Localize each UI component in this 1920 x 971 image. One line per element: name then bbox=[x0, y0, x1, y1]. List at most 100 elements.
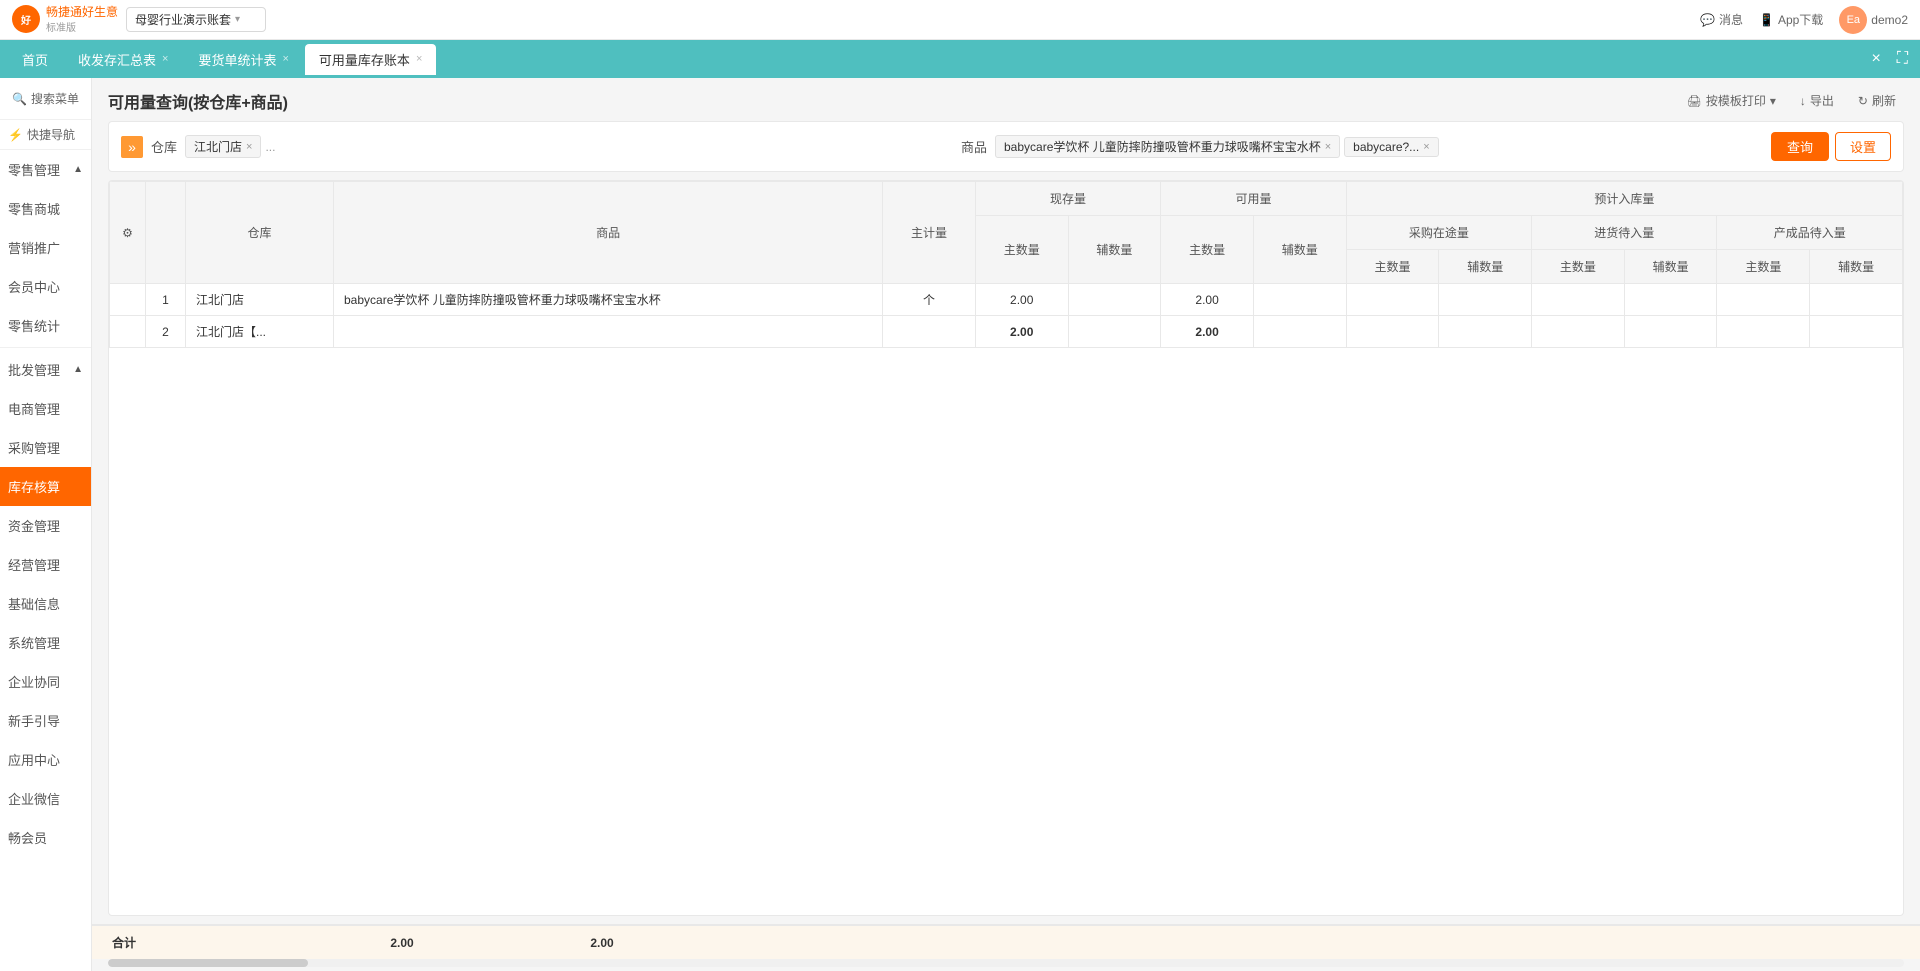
sidebar-label: 会员中心 bbox=[8, 277, 60, 296]
cell-warehouse: 江北门店【... bbox=[186, 316, 334, 348]
th-main-unit: 主计量 bbox=[883, 182, 976, 284]
export-icon: ↓ bbox=[1800, 94, 1806, 108]
sidebar-item-库存核算[interactable]: 库存核算 bbox=[0, 467, 91, 506]
footer-avail-main: 2.00 bbox=[542, 936, 662, 950]
sidebar-label: 资金管理 bbox=[8, 516, 60, 535]
sidebar-item-quick-nav[interactable]: ⚡ 快捷导航 bbox=[0, 120, 91, 150]
sidebar-item-经营管理[interactable]: 经营管理 bbox=[0, 545, 91, 584]
sidebar-item-企业协同[interactable]: 企业协同 bbox=[0, 662, 91, 701]
sidebar-item-批发管理[interactable]: 批发管理 ▲ bbox=[0, 350, 91, 389]
filter-expand-button[interactable]: » bbox=[121, 136, 143, 158]
refresh-button[interactable]: ↻ 刷新 bbox=[1850, 88, 1904, 113]
cell-pur-aux bbox=[1439, 284, 1532, 316]
cell-fin-aux bbox=[1810, 316, 1903, 348]
sidebar-item-电商管理[interactable]: 电商管理 bbox=[0, 389, 91, 428]
sidebar-item-应用中心[interactable]: 应用中心 bbox=[0, 740, 91, 779]
store-name: 母婴行业演示账套 bbox=[135, 11, 231, 28]
logo-area: 好 畅捷通好生意 标准版 bbox=[12, 5, 118, 34]
th-fin-main: 主数量 bbox=[1717, 250, 1810, 284]
sidebar-item-营销推广[interactable]: 营销推广 bbox=[0, 228, 91, 267]
quick-nav-label: 快捷导航 bbox=[27, 126, 75, 143]
message-button[interactable]: 💬 消息 bbox=[1700, 11, 1743, 28]
th-fin-aux: 辅数量 bbox=[1810, 250, 1903, 284]
cell-fin-main bbox=[1717, 316, 1810, 348]
cell-inc-aux bbox=[1624, 284, 1717, 316]
tab-可用量库存账本[interactable]: 可用量库存账本 × bbox=[305, 44, 436, 75]
warehouse-more[interactable]: ... bbox=[265, 140, 275, 154]
refresh-icon: ↻ bbox=[1858, 94, 1868, 108]
tab-要货单统计表[interactable]: 要货单统计表 × bbox=[184, 44, 302, 75]
th-settings[interactable]: ⚙ bbox=[110, 182, 146, 284]
tab-收发存汇总表[interactable]: 收发存汇总表 × bbox=[64, 44, 182, 75]
warehouse-tag-close[interactable]: × bbox=[246, 141, 252, 153]
cell-product bbox=[334, 316, 883, 348]
tab-close-icon[interactable]: × bbox=[162, 53, 168, 65]
sidebar-item-零售管理[interactable]: 零售管理 ▲ bbox=[0, 150, 91, 189]
th-purchase-transit: 采购在途量 bbox=[1346, 216, 1531, 250]
query-button[interactable]: 查询 bbox=[1771, 132, 1829, 161]
tab-close-icon[interactable]: × bbox=[416, 53, 422, 65]
sidebar-label: 零售管理 bbox=[8, 160, 60, 179]
footer-label: 合计 bbox=[102, 934, 262, 951]
app-download-button[interactable]: 📱 App下载 bbox=[1759, 11, 1823, 28]
warehouse-tag-text: 江北门店 bbox=[194, 138, 242, 155]
product-tag-text-1: babycare学饮杯 儿童防摔防撞吸管杯重力球吸嘴杯宝宝水杯 bbox=[1004, 138, 1321, 155]
cell-settings bbox=[110, 284, 146, 316]
setting-button[interactable]: 设置 bbox=[1835, 132, 1891, 161]
logo-text-area: 畅捷通好生意 标准版 bbox=[46, 5, 118, 34]
tab-close-icon[interactable]: × bbox=[282, 53, 288, 65]
search-menu-button[interactable]: 🔍 搜索菜单 bbox=[8, 86, 83, 111]
sidebar-item-资金管理[interactable]: 资金管理 bbox=[0, 506, 91, 545]
th-pur-main: 主数量 bbox=[1346, 250, 1439, 284]
sidebar-item-零售商城[interactable]: 零售商城 bbox=[0, 189, 91, 228]
user-area[interactable]: Ea demo2 bbox=[1839, 6, 1908, 34]
sidebar: 🔍 搜索菜单 ⚡ 快捷导航 零售管理 ▲ 零售商城 营销推广 会员中心 零售统计… bbox=[0, 78, 92, 971]
th-incoming: 进货待入量 bbox=[1532, 216, 1717, 250]
sidebar-item-系统管理[interactable]: 系统管理 bbox=[0, 623, 91, 662]
tab-label: 收发存汇总表 bbox=[78, 50, 156, 69]
product-tag-2: babycare?... × bbox=[1344, 137, 1438, 157]
export-button[interactable]: ↓ 导出 bbox=[1792, 88, 1842, 113]
sidebar-label: 系统管理 bbox=[8, 633, 60, 652]
product-label: 商品 bbox=[961, 137, 987, 156]
cell-avail-aux bbox=[1253, 284, 1346, 316]
sidebar-item-畅会员[interactable]: 畅会员 bbox=[0, 818, 91, 857]
scrollbar-thumb[interactable] bbox=[108, 959, 308, 967]
expand-window-button[interactable]: ⛶ bbox=[1893, 46, 1912, 72]
cell-warehouse: 江北门店 bbox=[186, 284, 334, 316]
table-footer: 合计 2.00 2.00 bbox=[92, 924, 1920, 959]
horizontal-scrollbar[interactable] bbox=[108, 959, 1904, 967]
sidebar-item-采购管理[interactable]: 采购管理 bbox=[0, 428, 91, 467]
cell-pur-aux bbox=[1439, 316, 1532, 348]
sidebar-item-会员中心[interactable]: 会员中心 bbox=[0, 267, 91, 306]
product-tags: babycare学饮杯 儿童防摔防撞吸管杯重力球吸嘴杯宝宝水杯 × babyca… bbox=[995, 135, 1763, 158]
tab-home[interactable]: 首页 bbox=[8, 44, 62, 75]
product-tag-close-2[interactable]: × bbox=[1423, 141, 1429, 153]
cell-pur-main bbox=[1346, 284, 1439, 316]
sidebar-item-基础信息[interactable]: 基础信息 bbox=[0, 584, 91, 623]
cell-unit bbox=[883, 316, 976, 348]
sidebar-label: 电商管理 bbox=[8, 399, 60, 418]
app-icon: 📱 bbox=[1759, 13, 1774, 27]
th-pur-aux: 辅数量 bbox=[1439, 250, 1532, 284]
product-tag-close-1[interactable]: × bbox=[1325, 141, 1331, 153]
logo-text: 畅捷通好生意 bbox=[46, 5, 118, 19]
sidebar-item-零售统计[interactable]: 零售统计 bbox=[0, 306, 91, 345]
tab-label: 要货单统计表 bbox=[198, 50, 276, 69]
sidebar-item-企业微信[interactable]: 企业微信 bbox=[0, 779, 91, 818]
th-stock-main: 主数量 bbox=[975, 216, 1068, 284]
th-product: 商品 bbox=[334, 182, 883, 284]
nav-right-actions: × ⛶ bbox=[1867, 46, 1912, 72]
main-layout: 🔍 搜索菜单 ⚡ 快捷导航 零售管理 ▲ 零售商城 营销推广 会员中心 零售统计… bbox=[0, 78, 1920, 971]
th-finished-product: 产成品待入量 bbox=[1717, 216, 1903, 250]
th-planned-in: 预计入库量 bbox=[1346, 182, 1902, 216]
sidebar-label: 营销推广 bbox=[8, 238, 60, 257]
cell-avail-aux bbox=[1253, 316, 1346, 348]
store-selector[interactable]: 母婴行业演示账套 ▾ bbox=[126, 7, 266, 32]
th-avail-main: 主数量 bbox=[1161, 216, 1254, 284]
sidebar-label: 零售统计 bbox=[8, 316, 60, 335]
top-bar-right: 💬 消息 📱 App下载 Ea demo2 bbox=[1700, 6, 1908, 34]
print-button[interactable]: 🖨 按模板打印 ▾ bbox=[1679, 88, 1784, 113]
sidebar-item-新手引导[interactable]: 新手引导 bbox=[0, 701, 91, 740]
close-all-tabs-button[interactable]: × bbox=[1867, 46, 1884, 72]
